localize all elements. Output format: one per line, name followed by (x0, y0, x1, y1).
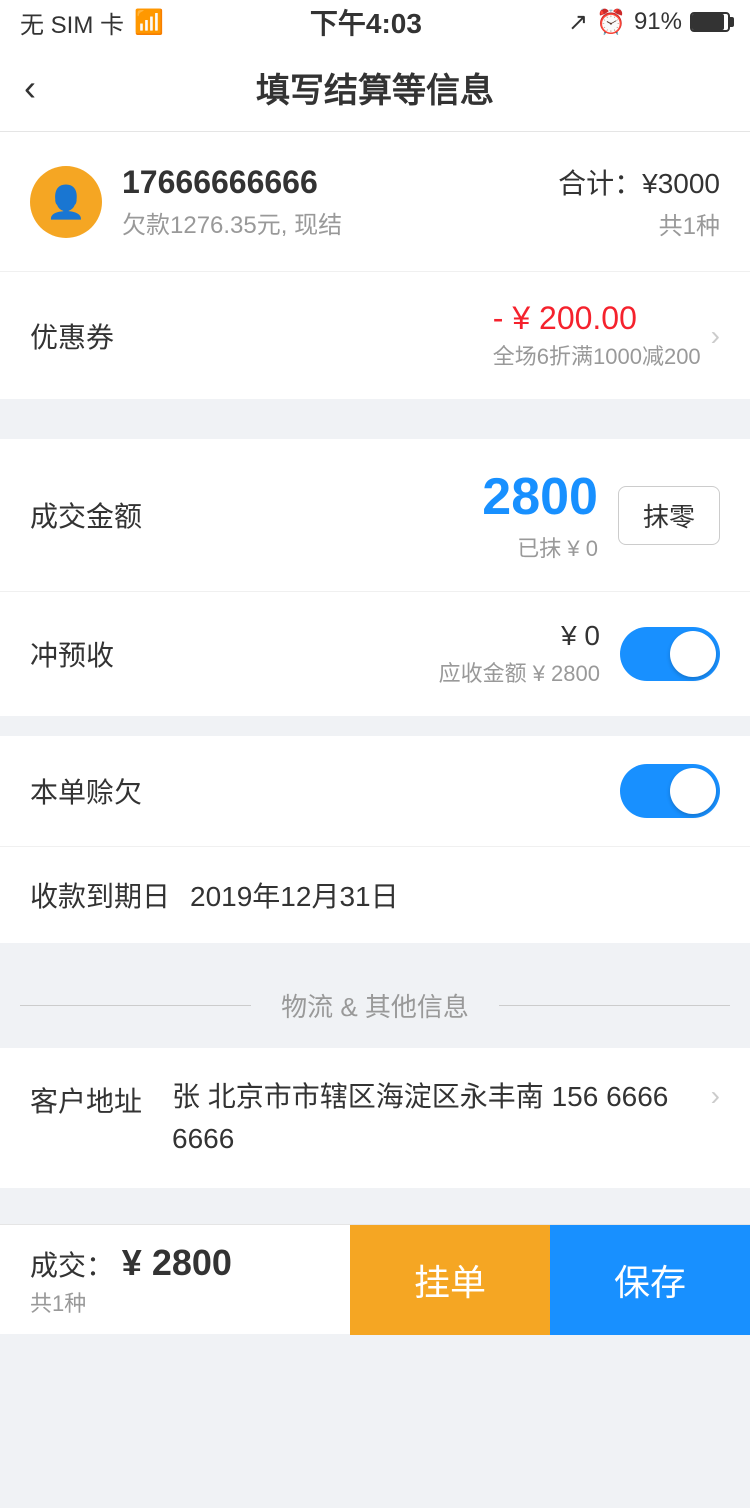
divider-line-left (20, 1005, 251, 1006)
sim-label: 无 SIM 卡 (20, 5, 124, 40)
customer-phone: 17666666666 (122, 164, 342, 201)
coupon-info: - ¥ 200.00 全场6折满1000减200 (493, 300, 701, 371)
section-divider-3 (0, 943, 750, 963)
bottom-amount: ¥ 2800 (122, 1242, 232, 1283)
prepay-sub: 应收金额 ¥ 2800 (439, 656, 600, 688)
status-left: 无 SIM 卡 📶 (20, 5, 164, 40)
wifi-icon: 📶 (134, 8, 164, 37)
prepay-values: ¥ 0 应收金额 ¥ 2800 (439, 620, 600, 688)
due-date-value: 2019年12月31日 (190, 875, 399, 915)
bottom-kinds: 共1种 (30, 1286, 320, 1318)
customer-total: 合计：¥3000 (558, 162, 720, 202)
coupon-amount: - ¥ 200.00 (493, 300, 701, 337)
transaction-row: 成交金额 2800 已抹 ¥ 0 抹零 (0, 439, 750, 592)
status-right: ↗ ⏰ 91% (568, 8, 730, 37)
prepay-right: ¥ 0 应收金额 ¥ 2800 (439, 620, 720, 688)
coupon-row[interactable]: 优惠券 - ¥ 200.00 全场6折满1000减200 › (0, 271, 750, 399)
divider-line-right (499, 1005, 730, 1006)
customer-left: 👤 17666666666 欠款1276.35元, 现结 (30, 164, 342, 240)
prepay-toggle[interactable] (620, 627, 720, 681)
coupon-desc: 全场6折满1000减200 (493, 339, 701, 371)
prepay-row: 冲预收 ¥ 0 应收金额 ¥ 2800 (0, 592, 750, 716)
debt-row: 本单赊欠 (0, 736, 750, 846)
address-row[interactable]: 客户地址 张 北京市市辖区海淀区永丰南 156 6666 6666 › (0, 1048, 750, 1188)
chevron-right-icon: › (711, 320, 720, 352)
section-divider-2 (0, 716, 750, 736)
prepay-label: 冲预收 (30, 634, 114, 674)
transaction-right: 2800 已抹 ¥ 0 抹零 (482, 467, 720, 563)
address-chevron-icon: › (711, 1076, 720, 1112)
status-bar: 无 SIM 卡 📶 下午4:03 ↗ ⏰ 91% (0, 0, 750, 44)
logistics-divider: 物流 & 其他信息 (0, 963, 750, 1048)
avatar: 👤 (30, 166, 102, 238)
coupon-label: 优惠券 (30, 316, 114, 356)
debt-label: 本单赊欠 (30, 771, 142, 811)
back-button[interactable]: ‹ (24, 67, 36, 109)
debt-toggle[interactable] (620, 764, 720, 818)
alarm-icon: ⏰ (596, 8, 626, 37)
page-title: 填写结算等信息 (256, 63, 494, 112)
hang-button[interactable]: 挂单 (350, 1225, 550, 1335)
deal-label: 成交： (30, 1250, 114, 1281)
round-button[interactable]: 抹零 (618, 486, 720, 545)
transaction-value-group: 2800 已抹 ¥ 0 (482, 467, 598, 563)
avatar-icon: 👤 (46, 183, 86, 221)
prepay-amount: ¥ 0 (439, 620, 600, 652)
nav-bar: ‹ 填写结算等信息 (0, 44, 750, 132)
save-button[interactable]: 保存 (550, 1225, 750, 1335)
customer-right: 合计：¥3000 共1种 (558, 162, 720, 241)
due-date-label: 收款到期日 (30, 875, 170, 915)
transaction-label: 成交金额 (30, 495, 142, 535)
bottom-summary: 成交： ¥ 2800 共1种 (0, 1242, 350, 1318)
status-time: 下午4:03 (310, 2, 422, 42)
section-divider-1 (0, 419, 750, 439)
customer-subtext: 欠款1276.35元, 现结 (122, 205, 342, 240)
due-date-row: 收款到期日 2019年12月31日 (0, 846, 750, 943)
transaction-value: 2800 (482, 467, 598, 527)
logistics-text: 物流 & 其他信息 (271, 987, 479, 1024)
battery-icon (690, 12, 730, 32)
transaction-sub: 已抹 ¥ 0 (482, 531, 598, 563)
address-value: 张 北京市市辖区海淀区永丰南 156 6666 6666 (172, 1076, 701, 1160)
location-icon: ↗ (568, 8, 588, 37)
coupon-right: - ¥ 200.00 全场6折满1000减200 › (493, 300, 720, 371)
amount-section: 成交金额 2800 已抹 ¥ 0 抹零 冲预收 ¥ 0 应收金额 ¥ 2800 (0, 439, 750, 716)
bottom-bar: 成交： ¥ 2800 共1种 挂单 保存 (0, 1224, 750, 1334)
customer-count: 共1种 (558, 206, 720, 241)
battery-percentage: 91% (634, 8, 682, 36)
address-label: 客户地址 (30, 1076, 142, 1120)
customer-card: 👤 17666666666 欠款1276.35元, 现结 合计：¥3000 共1… (0, 132, 750, 399)
bottom-deal-line: 成交： ¥ 2800 (30, 1242, 320, 1284)
customer-info: 17666666666 欠款1276.35元, 现结 (122, 164, 342, 240)
